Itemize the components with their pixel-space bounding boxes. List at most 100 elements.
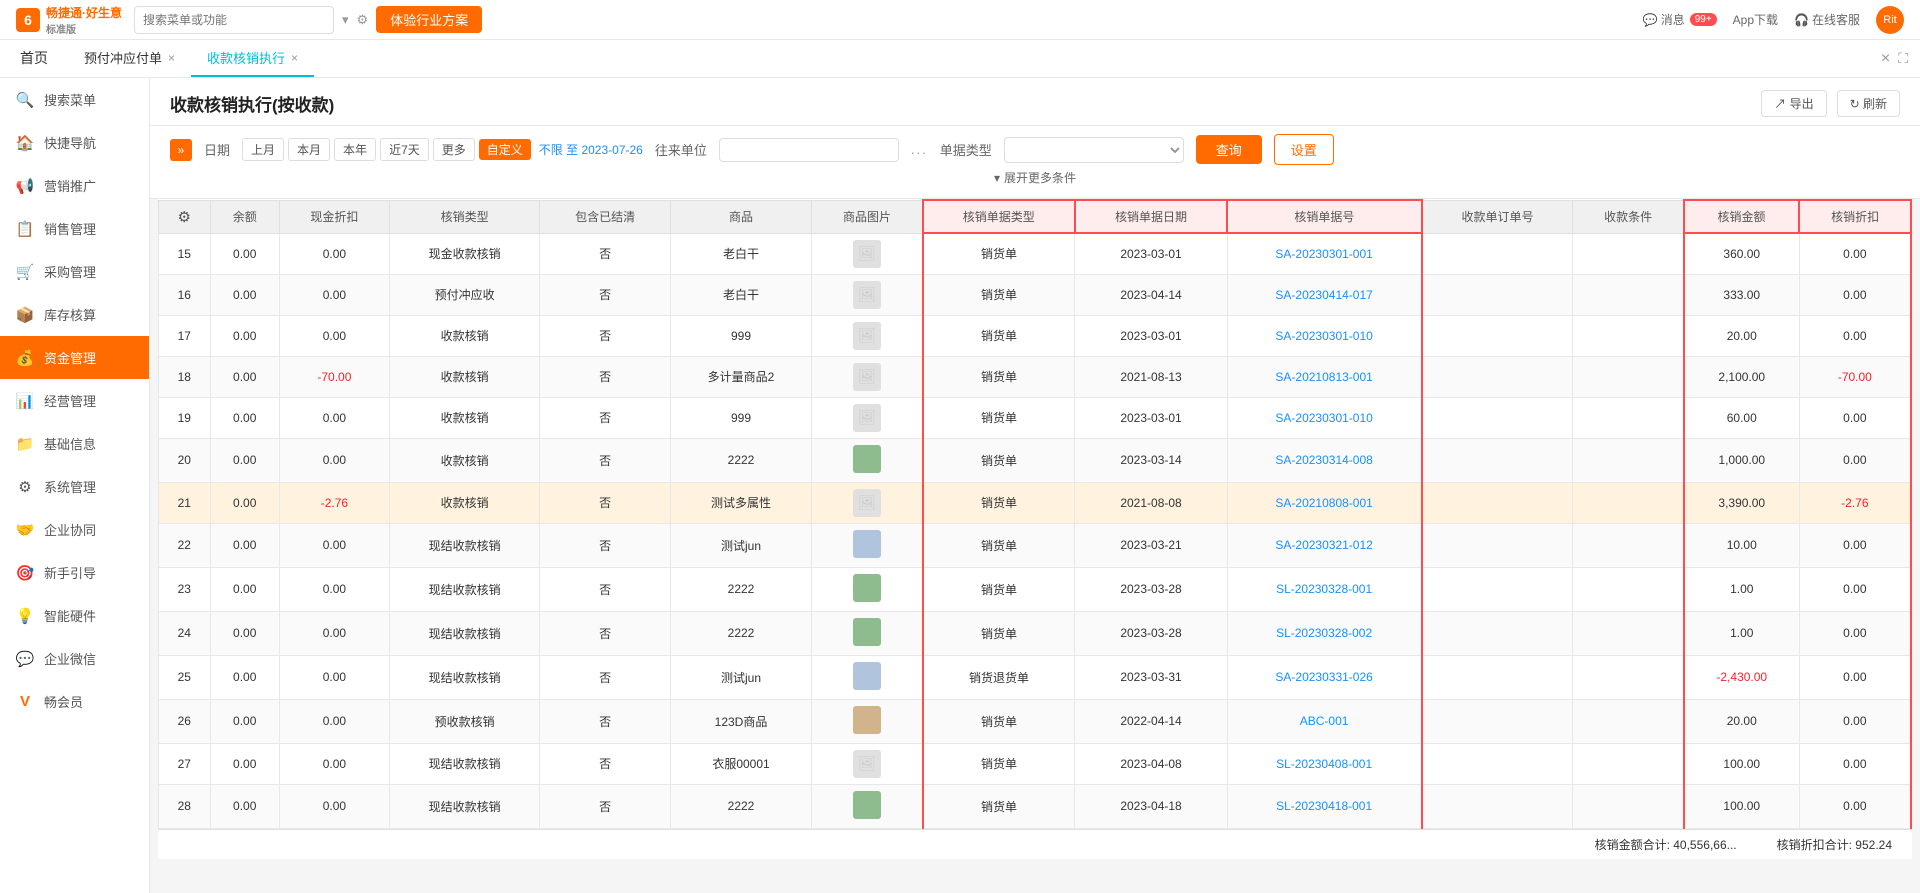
sidebar-item-guide[interactable]: 🎯 新手引导 [0, 551, 149, 594]
sidebar-item-search-label: 搜索菜单 [44, 90, 96, 109]
sidebar-item-base-info-label: 基础信息 [44, 434, 96, 453]
sidebar-item-base-info[interactable]: 📁 基础信息 [0, 422, 149, 465]
slip-no-link[interactable]: SA-20210813-001 [1275, 370, 1372, 384]
setting-btn[interactable]: 设置 [1274, 134, 1334, 165]
date-btn-7days[interactable]: 近7天 [380, 138, 429, 161]
slip-no-link[interactable]: SA-20210808-001 [1275, 496, 1372, 510]
settings-icon[interactable]: ⚙ [357, 12, 369, 28]
search-input[interactable] [134, 6, 334, 34]
slip-no-link[interactable]: ABC-001 [1300, 714, 1349, 728]
tab-prepay[interactable]: 预付冲应付单 × [68, 40, 191, 77]
slip-no-link[interactable]: SA-20230301-010 [1275, 329, 1372, 343]
cell-cash-discount: 0.00 [279, 274, 389, 315]
cell-receipt-order-no [1422, 233, 1573, 274]
content-area: 收款核销执行(按收款) ↗ 导出 ↻ 刷新 » 日期 上月 本月 [150, 78, 1920, 893]
cell-write-off-amount: 2,100.00 [1684, 356, 1799, 397]
query-btn[interactable]: 查询 [1196, 135, 1262, 164]
cell-write-off-amount: 1.00 [1684, 611, 1799, 655]
sidebar-item-inventory[interactable]: 📦 库存核算 [0, 293, 149, 336]
slip-no-link[interactable]: SA-20230301-001 [1275, 247, 1372, 261]
cell-slip-no: SA-20210808-001 [1227, 482, 1421, 523]
cell-balance: 0.00 [210, 567, 279, 611]
tab-home[interactable]: 首页 [0, 40, 68, 77]
sidebar-item-wechat-label: 企业微信 [44, 649, 96, 668]
slip-no-link[interactable]: SA-20230314-008 [1275, 453, 1372, 467]
cell-receipt-condition [1573, 356, 1684, 397]
table-container[interactable]: ⚙ 余额 现金折扣 核销类型 包含已结清 商品 商品图片 核销单据类型 核销单据… [150, 199, 1920, 893]
sidebar-item-quick-nav[interactable]: 🏠 快捷导航 [0, 121, 149, 164]
export-btn[interactable]: ↗ 导出 [1761, 90, 1826, 117]
sidebar-item-search[interactable]: 🔍 搜索菜单 [0, 78, 149, 121]
slip-no-link[interactable]: SA-20230331-026 [1275, 670, 1372, 684]
sidebar-item-sales[interactable]: 📋 销售管理 [0, 207, 149, 250]
dropdown-arrow-icon[interactable]: ▾ [342, 12, 349, 28]
th-goods-img: 商品图片 [812, 200, 923, 233]
cell-goods: 老白干 [670, 233, 812, 274]
sidebar-item-corp[interactable]: 🤝 企业协同 [0, 508, 149, 551]
tab-receipt-write-off-close[interactable]: × [291, 51, 298, 65]
tab-prepay-label: 预付冲应付单 [84, 48, 162, 67]
date-btn-last-month[interactable]: 上月 [242, 138, 284, 161]
message-area[interactable]: 💬 消息 99+ [1643, 11, 1717, 28]
cell-no: 26 [159, 699, 211, 743]
slip-no-link[interactable]: SA-20230321-012 [1275, 538, 1372, 552]
message-badge: 99+ [1690, 13, 1717, 26]
sidebar-item-wechat[interactable]: 💬 企业微信 [0, 637, 149, 680]
refresh-btn[interactable]: ↻ 刷新 [1837, 90, 1900, 117]
table-row: 26 0.00 0.00 预收款核销 否 123D商品 销货单 2022-04-… [159, 699, 1912, 743]
sidebar-item-marketing[interactable]: 📢 营销推广 [0, 164, 149, 207]
cell-slip-no: SL-20230328-002 [1227, 611, 1421, 655]
goods-img-photo [853, 662, 881, 690]
cell-slip-date: 2023-04-14 [1075, 274, 1227, 315]
sidebar-item-system[interactable]: ⚙ 系统管理 [0, 465, 149, 508]
top-bar: 6 畅捷通·好生意 标准版 ▾ ⚙ 体验行业方案 💬 消息 99+ App下载 … [0, 0, 1920, 40]
sidebar-item-finance[interactable]: 💰 资金管理 [0, 336, 149, 379]
system-icon: ⚙ [16, 478, 34, 496]
cell-receipt-condition [1573, 523, 1684, 567]
sidebar-item-operations[interactable]: 📊 经营管理 [0, 379, 149, 422]
cell-include-settled: 否 [540, 356, 670, 397]
wechat-icon: 💬 [16, 650, 34, 668]
expand-more-btn[interactable]: ▾ 展开更多条件 [170, 169, 1900, 186]
cell-include-settled: 否 [540, 397, 670, 438]
from-unit-input[interactable] [719, 138, 899, 162]
tab-close-all-icon[interactable]: × [1881, 50, 1890, 68]
user-avatar[interactable]: Rit [1876, 6, 1904, 34]
app-download-btn[interactable]: App下载 [1733, 11, 1778, 28]
cell-receipt-order-no [1422, 438, 1573, 482]
sidebar-item-member[interactable]: V 畅会员 [0, 680, 149, 723]
sidebar-item-guide-label: 新手引导 [44, 563, 96, 582]
slip-no-link[interactable]: SA-20230414-017 [1275, 288, 1372, 302]
receipt-type-select[interactable] [1004, 137, 1184, 163]
filter-expand-btn[interactable]: » [170, 139, 192, 161]
tab-prepay-close[interactable]: × [168, 51, 175, 65]
date-btn-this-year[interactable]: 本年 [334, 138, 376, 161]
footer-write-off-discount-label: 核销折扣合计: [1777, 838, 1856, 852]
cell-receipt-order-no [1422, 699, 1573, 743]
cell-goods: 2222 [670, 784, 812, 828]
online-service-btn[interactable]: 🎧 在线客服 [1794, 11, 1860, 28]
gear-column-icon[interactable]: ⚙ [178, 209, 191, 226]
cell-write-off-type: 收款核销 [389, 482, 540, 523]
date-btn-this-month[interactable]: 本月 [288, 138, 330, 161]
cell-receipt-condition [1573, 699, 1684, 743]
sidebar-item-smart-hw[interactable]: 💡 智能硬件 [0, 594, 149, 637]
cell-cash-discount: 0.00 [279, 611, 389, 655]
tab-receipt-write-off[interactable]: 收款核销执行 × [191, 40, 314, 77]
cell-goods: 测试多属性 [670, 482, 812, 523]
date-btn-more[interactable]: 更多 [433, 138, 475, 161]
date-btn-custom[interactable]: 自定义 [479, 139, 531, 160]
industry-btn[interactable]: 体验行业方案 [376, 6, 482, 33]
cell-no: 20 [159, 438, 211, 482]
slip-no-link[interactable]: SL-20230328-001 [1276, 582, 1372, 596]
chevron-down-icon: ▾ [994, 171, 1000, 185]
slip-no-link[interactable]: SA-20230301-010 [1275, 411, 1372, 425]
tab-maximize-icon[interactable]: ⛶ [1898, 50, 1908, 67]
app-edition: 标准版 [46, 21, 122, 36]
home-icon: 🏠 [16, 134, 34, 152]
sidebar-item-purchase[interactable]: 🛒 采购管理 [0, 250, 149, 293]
slip-no-link[interactable]: SL-20230418-001 [1276, 799, 1372, 813]
slip-no-link[interactable]: SL-20230408-001 [1276, 757, 1372, 771]
cell-slip-date: 2023-03-01 [1075, 397, 1227, 438]
slip-no-link[interactable]: SL-20230328-002 [1276, 626, 1372, 640]
